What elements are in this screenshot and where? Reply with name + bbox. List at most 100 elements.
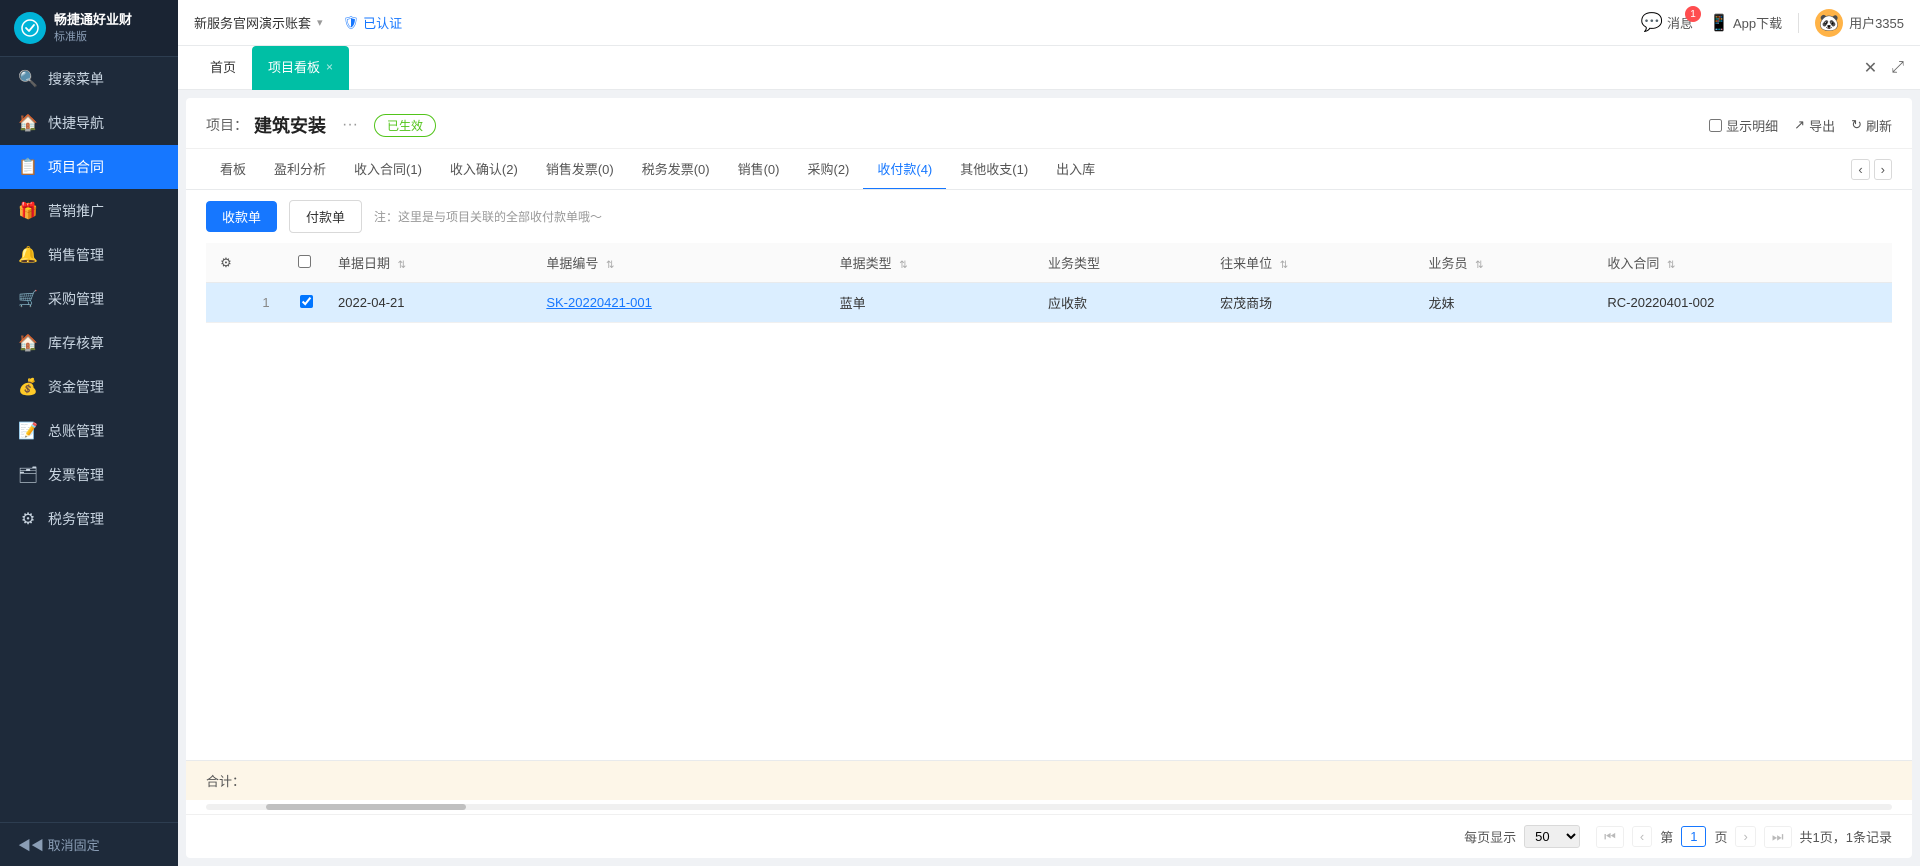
sort-salesman-icon: ⇅ — [1475, 260, 1483, 271]
sidebar-item-label: 快捷导航 — [48, 113, 104, 133]
tab-maximize-button[interactable]: ⤢ — [1887, 55, 1908, 81]
sidebar-item-项目合同[interactable]: 📋 项目合同 — [0, 145, 178, 189]
subtab-sales-invoice[interactable]: 销售发票(0) — [532, 149, 628, 190]
sidebar-pin-toggle[interactable]: ◀◀ 取消固定 — [0, 822, 178, 866]
th-contract[interactable]: 收入合同 ⇅ — [1595, 243, 1892, 283]
tab-project-board[interactable]: 项目看板 × — [252, 46, 349, 90]
first-page-button[interactable]: ⏮ — [1596, 826, 1624, 848]
th-date[interactable]: 单据日期 ⇅ — [326, 243, 534, 283]
workspace-arrow-icon: ▾ — [317, 16, 323, 29]
tab-close-button[interactable]: ✕ — [1860, 54, 1881, 82]
sidebar-item-资金管理[interactable]: 💰 资金管理 — [0, 365, 178, 409]
tab-project-board-label: 项目看板 — [268, 57, 320, 76]
select-all-checkbox[interactable] — [298, 255, 311, 268]
sidebar-nav: 🔍 搜索菜单 🏠 快捷导航 📋 项目合同 🎁 营销推广 🔔 销售管理 🛒 采购管… — [0, 57, 178, 822]
sidebar-item-label: 库存核算 — [48, 333, 104, 353]
subtab-payment[interactable]: 收付款(4) — [863, 149, 946, 190]
td-checkbox[interactable] — [286, 283, 326, 323]
scrollbar-thumb[interactable] — [266, 804, 466, 810]
td-index: 1 — [246, 283, 286, 323]
prev-page-button[interactable]: ‹ — [1632, 826, 1652, 847]
subtab-prev-button[interactable]: ‹ — [1851, 159, 1869, 180]
table-header-row: ⚙ 单据日期 ⇅ 单据编号 ⇅ 单据类型 ⇅ 业务类型 往来单位 ⇅ 业务员 ⇅… — [206, 243, 1892, 283]
app-download-button[interactable]: 📱 App下载 — [1709, 13, 1782, 33]
project-label: 项目： — [206, 115, 248, 135]
sort-type-icon: ⇅ — [899, 260, 907, 271]
phone-icon: 📱 — [1709, 13, 1729, 33]
project-more-button[interactable]: ··· — [342, 116, 358, 134]
total-info: 共1页，1条记录 — [1800, 827, 1892, 846]
sidebar-icon: 🗂 — [18, 465, 38, 485]
sidebar-item-税务管理[interactable]: ⚙ 税务管理 — [0, 497, 178, 541]
shou-btn[interactable]: 收款单 — [206, 201, 277, 232]
subtab-income-contract[interactable]: 收入合同(1) — [340, 149, 436, 190]
scrollbar-track[interactable] — [206, 804, 1892, 810]
sidebar: 畅捷通好业财 标准版 🔍 搜索菜单 🏠 快捷导航 📋 项目合同 🎁 营销推广 🔔… — [0, 0, 178, 866]
td-biz-type: 应收款 — [1036, 283, 1208, 323]
current-page: 1 — [1681, 826, 1706, 847]
app-label: App下载 — [1733, 13, 1782, 32]
per-page-select[interactable]: 102050100 — [1524, 825, 1580, 848]
th-salesman[interactable]: 业务员 ⇅ — [1416, 243, 1595, 283]
workspace-selector[interactable]: 新服务官网演示账套 ▾ — [194, 13, 323, 32]
sidebar-item-label: 税务管理 — [48, 509, 104, 529]
show-detail-checkbox[interactable] — [1709, 119, 1722, 132]
sort-partner-icon: ⇅ — [1280, 260, 1288, 271]
user-avatar-icon: 🐼 — [1815, 9, 1843, 37]
th-index — [246, 243, 286, 283]
td-code[interactable]: SK-20220421-001 — [534, 283, 827, 323]
sidebar-item-label: 搜索菜单 — [48, 69, 104, 89]
sidebar-item-搜索菜单[interactable]: 🔍 搜索菜单 — [0, 57, 178, 101]
table-body: 1 2022-04-21 SK-20220421-001 蓝单 应收款 宏茂商场… — [206, 283, 1892, 323]
export-button[interactable]: ↗ 导出 — [1794, 116, 1835, 135]
last-page-button[interactable]: ⏭ — [1764, 826, 1792, 848]
subtab-income-confirm[interactable]: 收入确认(2) — [436, 149, 532, 190]
message-button[interactable]: 💬 消息 1 — [1641, 12, 1693, 33]
chat-icon: 💬 — [1641, 12, 1663, 33]
sidebar-icon: 📝 — [18, 421, 38, 441]
sidebar-item-总账管理[interactable]: 📝 总账管理 — [0, 409, 178, 453]
user-menu[interactable]: 🐼 用户3355 — [1815, 9, 1904, 37]
th-partner[interactable]: 往来单位 ⇅ — [1208, 243, 1416, 283]
total-row: 合计： — [186, 760, 1912, 800]
sidebar-item-营销推广[interactable]: 🎁 营销推广 — [0, 189, 178, 233]
show-detail-label: 显示明细 — [1726, 116, 1778, 135]
subtab-sales[interactable]: 销售(0) — [724, 149, 794, 190]
next-page-button[interactable]: › — [1735, 826, 1755, 847]
subtab-bar: 看板 盈利分析 收入合同(1) 收入确认(2) 销售发票(0) 税务发票(0) … — [186, 149, 1912, 190]
sidebar-item-发票管理[interactable]: 🗂 发票管理 — [0, 453, 178, 497]
subtab-tax-invoice[interactable]: 税务发票(0) — [628, 149, 724, 190]
row-checkbox[interactable] — [300, 295, 313, 308]
shield-icon: 🛡 — [343, 15, 360, 31]
tab-home[interactable]: 首页 — [194, 46, 252, 90]
subtab-profit[interactable]: 盈利分析 — [260, 149, 340, 190]
sidebar-icon: 🏠 — [18, 113, 38, 133]
tab-close-icon[interactable]: × — [326, 60, 333, 74]
subtab-kanban[interactable]: 看板 — [206, 149, 260, 190]
th-settings[interactable]: ⚙ — [206, 243, 246, 283]
sidebar-item-快捷导航[interactable]: 🏠 快捷导航 — [0, 101, 178, 145]
th-biz-type: 业务类型 — [1036, 243, 1208, 283]
export-label: 导出 — [1809, 116, 1835, 135]
show-detail-toggle[interactable]: 显示明细 — [1709, 116, 1778, 135]
th-type[interactable]: 单据类型 ⇅ — [828, 243, 1036, 283]
main-area: 新服务官网演示账套 ▾ 🛡 已认证 💬 消息 1 📱 App下载 🐼 用户335… — [178, 0, 1920, 866]
th-code[interactable]: 单据编号 ⇅ — [534, 243, 827, 283]
sort-contract-icon: ⇅ — [1667, 260, 1675, 271]
sidebar-item-库存核算[interactable]: 🏠 库存核算 — [0, 321, 178, 365]
td-salesman: 龙妹 — [1416, 283, 1595, 323]
subtab-warehouse[interactable]: 出入库 — [1042, 149, 1109, 190]
sidebar-item-label: 资金管理 — [48, 377, 104, 397]
th-checkbox[interactable] — [286, 243, 326, 283]
total-label: 合计： — [206, 771, 245, 790]
sidebar-item-采购管理[interactable]: 🛒 采购管理 — [0, 277, 178, 321]
sidebar-item-销售管理[interactable]: 🔔 销售管理 — [0, 233, 178, 277]
subtab-purchase[interactable]: 采购(2) — [793, 149, 863, 190]
refresh-button[interactable]: ↻ 刷新 — [1851, 116, 1892, 135]
sidebar-icon: 🏠 — [18, 333, 38, 353]
sidebar-item-label: 发票管理 — [48, 465, 104, 485]
fu-btn[interactable]: 付款单 — [289, 200, 362, 233]
doc-link[interactable]: SK-20220421-001 — [546, 295, 652, 310]
subtab-next-button[interactable]: › — [1874, 159, 1892, 180]
subtab-other[interactable]: 其他收支(1) — [946, 149, 1042, 190]
